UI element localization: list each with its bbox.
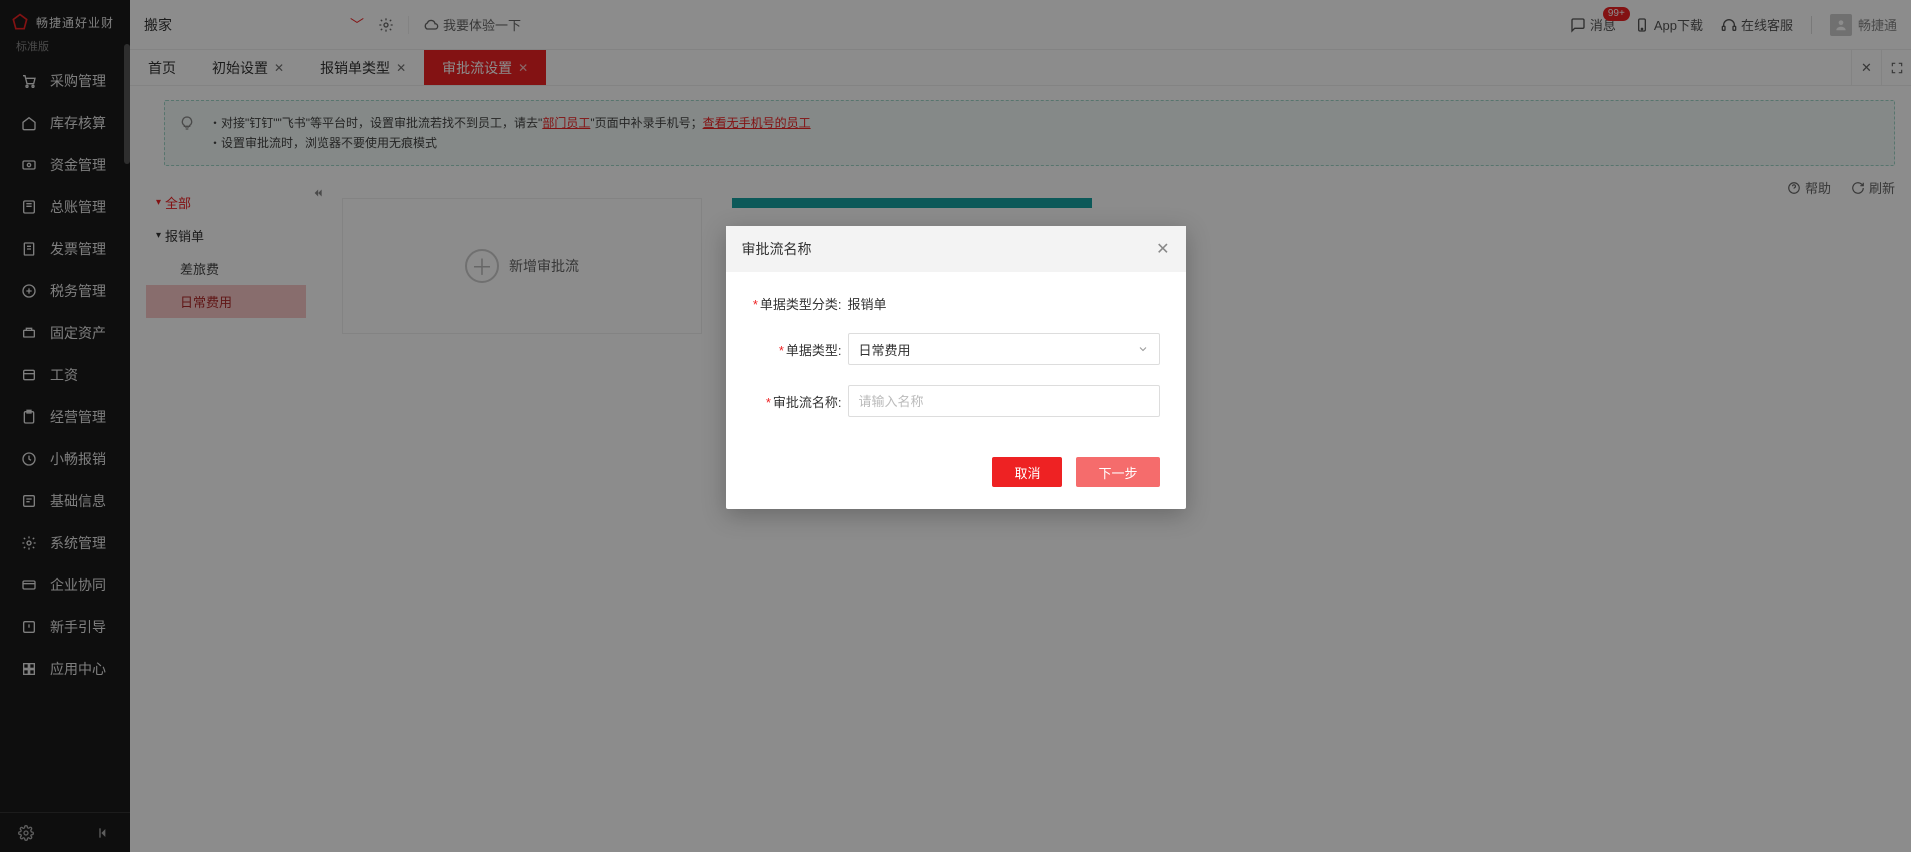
flow-name-label: *审批流名称: [752,392,848,411]
doc-type-selected: 日常费用 [859,340,911,359]
row-flow-name: *审批流名称: [752,385,1160,417]
doc-type-label: *单据类型: [752,340,848,359]
cancel-button[interactable]: 取消 [992,457,1062,487]
modal-title: 审批流名称 [742,239,812,259]
next-button[interactable]: 下一步 [1076,457,1159,487]
modal-close-button[interactable]: ✕ [1156,239,1169,259]
modal-body: *单据类型分类: 报销单 *单据类型: 日常费用 *审批流名称: [726,272,1186,443]
doc-type-select[interactable]: 日常费用 [848,333,1160,365]
approval-name-modal: 审批流名称 ✕ *单据类型分类: 报销单 *单据类型: 日常费用 *审批流名称:… [726,226,1186,509]
doc-category-label: *单据类型分类: [752,294,848,313]
row-doc-category: *单据类型分类: 报销单 [752,294,1160,313]
modal-header: 审批流名称 ✕ [726,226,1186,272]
row-doc-type: *单据类型: 日常费用 [752,333,1160,365]
flow-name-input[interactable] [848,385,1160,417]
modal-footer: 取消 下一步 [726,443,1186,509]
chevron-down-icon [1137,343,1149,355]
doc-category-value: 报销单 [848,294,1160,313]
